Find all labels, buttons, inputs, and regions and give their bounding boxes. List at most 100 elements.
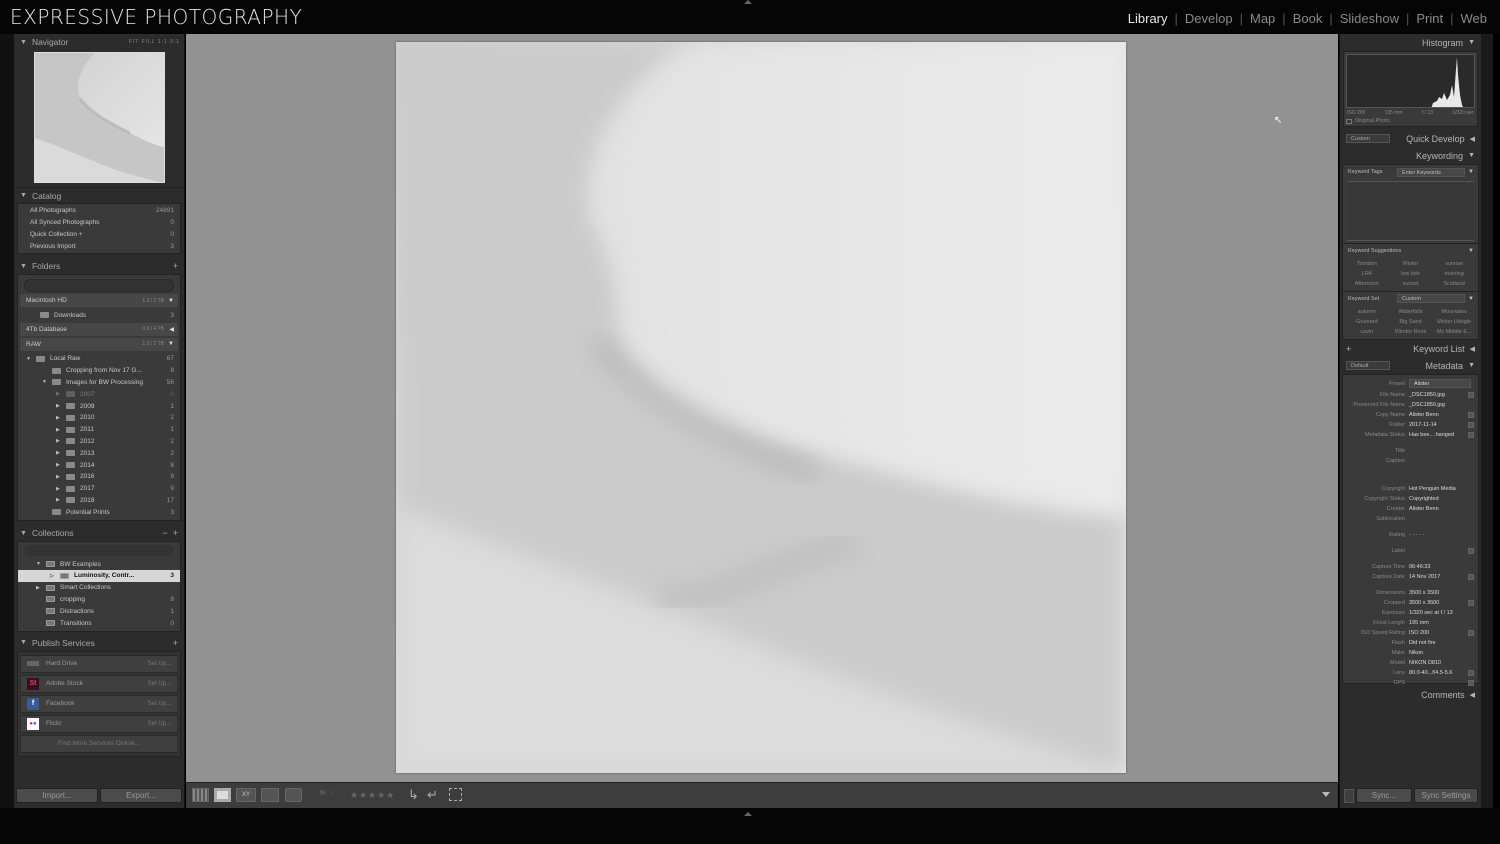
set-up-button[interactable]: Set Up...	[148, 681, 171, 687]
folders-header[interactable]: ▼ Folders +	[14, 258, 184, 274]
expand-triangle-icon[interactable]: ▶	[56, 474, 66, 480]
loupe-photo[interactable]	[396, 42, 1126, 773]
metadata-field-value[interactable]: Alister Benn	[1409, 506, 1439, 512]
star-rating[interactable]: ★★★★★	[350, 790, 395, 801]
compare-view-icon[interactable]: XY	[236, 788, 256, 802]
metadata-preset-select[interactable]: Alister	[1409, 379, 1471, 388]
module-library[interactable]: Library	[1121, 11, 1175, 26]
add-folder-icon[interactable]: +	[173, 261, 178, 271]
auto-sync-toggle[interactable]	[1344, 789, 1354, 803]
import-button[interactable]: Import...	[16, 788, 98, 803]
volume-expand-icon[interactable]: ▼	[168, 298, 174, 304]
navigator-header[interactable]: ▼ Navigator FIT FILL 1:1 3:1	[14, 34, 184, 50]
catalog-item-quick-collection[interactable]: Quick Collection + 0	[18, 229, 180, 241]
metadata-action-icon[interactable]	[1468, 548, 1474, 554]
metadata-field-value[interactable]: Copyrighted	[1409, 496, 1439, 502]
navigator-preview[interactable]	[33, 52, 165, 183]
original-photo-toggle[interactable]: Original Photo	[1346, 118, 1475, 124]
metadata-action-icon[interactable]	[1468, 630, 1474, 636]
keyword-set-item[interactable]: cavin	[1345, 329, 1389, 335]
grid-view-icon[interactable]	[192, 788, 209, 802]
metadata-field-value[interactable]: 3500 x 3500	[1409, 590, 1439, 596]
metadata-field-value[interactable]: _DSC1850.jpg	[1409, 402, 1445, 408]
metadata-field-value[interactable]: 195 mm	[1409, 620, 1429, 626]
folder-2018[interactable]: ▶ 2018 17	[18, 495, 180, 507]
metadata-action-icon[interactable]	[1468, 670, 1474, 676]
expand-triangle-icon[interactable]: ▶	[56, 415, 66, 421]
histogram-graph[interactable]	[1346, 54, 1475, 108]
expand-triangle-icon[interactable]: ▶	[36, 585, 46, 591]
expand-triangle-icon[interactable]: ▼	[42, 379, 52, 385]
expand-triangle-icon[interactable]: ▶	[56, 450, 66, 456]
collection-transitions[interactable]: Transitions 0	[18, 617, 180, 629]
metadata-action-icon[interactable]	[1468, 432, 1474, 438]
metadata-field-value[interactable]: 80.0-40...f/4.5-5.6	[1409, 670, 1452, 676]
metadata-field-value[interactable]: NIKON D810	[1409, 660, 1441, 666]
rotate-left-icon[interactable]: ↳	[408, 787, 419, 803]
publish-facebook[interactable]: f Facebook Set Up...	[20, 694, 178, 713]
keyword-set-select[interactable]: Custom	[1397, 294, 1465, 303]
collection-cropping[interactable]: cropping 8	[18, 594, 180, 606]
flag-icons[interactable]: ⚑ ⚐	[318, 789, 339, 800]
survey-view-icon[interactable]	[261, 788, 279, 802]
folder-2014[interactable]: ▶ 2014 8	[18, 459, 180, 471]
toolbar-options-dropdown-icon[interactable]	[1322, 792, 1330, 797]
expand-triangle-icon[interactable]: ▷	[50, 573, 60, 579]
set-up-button[interactable]: Set Up...	[148, 701, 171, 707]
add-publish-service-icon[interactable]: +	[173, 638, 178, 648]
collection-filter-input[interactable]	[24, 545, 174, 557]
keyword-suggestion[interactable]: sunset	[1389, 281, 1433, 287]
keyword-suggestion[interactable]: Winter	[1389, 261, 1433, 267]
collection-set-bw-examples[interactable]: ▼ BW Examples	[18, 558, 180, 570]
keyword-set-menu-icon[interactable]: ▼	[1468, 296, 1474, 302]
collection-smart-collections[interactable]: ▶ Smart Collections	[18, 582, 180, 594]
module-print[interactable]: Print	[1409, 11, 1450, 26]
module-develop[interactable]: Develop	[1178, 11, 1240, 26]
quick-develop-header[interactable]: Custom Quick Develop ◀	[1340, 130, 1481, 147]
folder-downloads[interactable]: Downloads 3	[18, 309, 180, 321]
catalog-header[interactable]: ▼ Catalog	[14, 187, 184, 203]
comments-header[interactable]: Comments ◀	[1340, 686, 1481, 703]
publish-hard-drive[interactable]: Hard Drive Set Up...	[20, 654, 178, 673]
module-map[interactable]: Map	[1243, 11, 1282, 26]
keyword-suggestion[interactable]: sunrise	[1432, 261, 1476, 267]
volume-raw[interactable]: RAW 1.2 / 2 TB ▼	[20, 337, 178, 351]
folder-potential-prints[interactable]: Potential Prints 3	[18, 506, 180, 518]
set-up-button[interactable]: Set Up...	[148, 721, 171, 727]
metadata-field-value[interactable]: 06:46:33	[1409, 564, 1430, 570]
saved-preset-select[interactable]: Custom	[1346, 134, 1390, 143]
expand-triangle-icon[interactable]: ▼	[36, 561, 46, 567]
volume-4tb-database[interactable]: 4Tb Database 0.9 / 4 TB ◀	[20, 322, 178, 336]
checkbox-icon[interactable]	[1346, 118, 1352, 124]
publish-flickr[interactable]: ● ● Flickr Set Up...	[20, 714, 178, 733]
keyword-suggestions-menu-icon[interactable]: ▼	[1468, 248, 1474, 254]
collapse-filmstrip-arrow[interactable]	[744, 812, 752, 816]
publish-adobe-stock[interactable]: St Adobe Stock Set Up...	[20, 674, 178, 693]
metadata-field-value[interactable]: 1/320 sec at f / 13	[1409, 610, 1453, 616]
collection-luminosity-selected[interactable]: ▷ Luminosity, Contr... 3	[18, 569, 180, 582]
folder-2011[interactable]: ▶ 2011 1	[18, 424, 180, 436]
crop-overlay-icon[interactable]	[449, 788, 462, 801]
keyword-suggestion[interactable]: LR4	[1345, 271, 1389, 277]
expand-triangle-icon[interactable]: ▶	[56, 438, 66, 444]
folder-2017[interactable]: ▶ 2017 9	[18, 483, 180, 495]
find-more-services-button[interactable]: Find More Services Online...	[20, 734, 178, 753]
keyword-tags-textarea[interactable]	[1347, 181, 1474, 241]
collapse-top-panel-arrow[interactable]	[744, 0, 752, 4]
keywording-header[interactable]: Keywording ▼	[1340, 147, 1481, 164]
folder-2007[interactable]: ▶ 2007 0	[18, 388, 180, 400]
module-slideshow[interactable]: Slideshow	[1333, 11, 1406, 26]
expand-triangle-icon[interactable]: ▶	[56, 462, 66, 468]
keyword-suggestion[interactable]: Torridon	[1345, 261, 1389, 267]
metadata-view-select[interactable]: Default	[1346, 361, 1390, 370]
catalog-item-all-photographs[interactable]: All Photographs 24891	[18, 205, 180, 217]
expand-triangle-icon[interactable]: ▶	[56, 497, 66, 503]
metadata-field-value[interactable]: Hot Penguin Media	[1409, 486, 1456, 492]
keyword-set-item[interactable]: Gruinard	[1345, 319, 1389, 325]
module-book[interactable]: Book	[1286, 11, 1330, 26]
expand-triangle-icon[interactable]: ▼	[26, 356, 36, 362]
metadata-field-value[interactable]: Has bee....hanged	[1409, 432, 1454, 438]
catalog-item-all-synced[interactable]: All Synced Photographs 0	[18, 217, 180, 229]
expand-triangle-icon[interactable]: ▶	[56, 486, 66, 492]
sync-button[interactable]: Sync...	[1356, 788, 1412, 803]
